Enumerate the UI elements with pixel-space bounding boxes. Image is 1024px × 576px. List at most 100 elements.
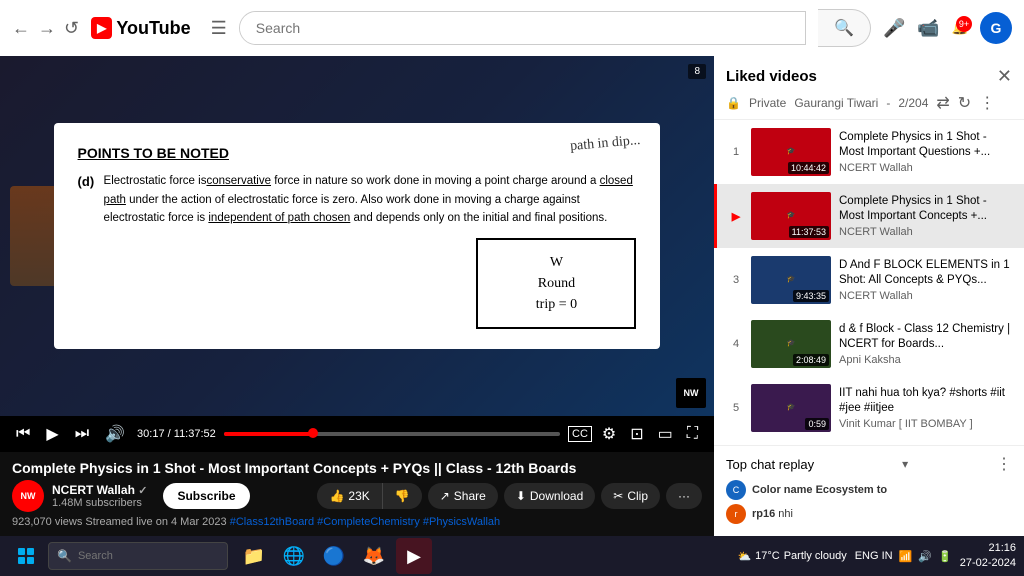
like-button[interactable]: 👍 23K bbox=[317, 483, 382, 509]
menu-button[interactable]: ☰ bbox=[211, 18, 227, 39]
chat-more-button[interactable]: ⋮ bbox=[996, 454, 1012, 474]
tags: #Class12thBoard #CompleteChemistry #Phys… bbox=[230, 516, 500, 528]
item-thumbnail: 🎓 2:08:49 bbox=[751, 320, 831, 368]
chat-text: rp16 nhi bbox=[752, 508, 793, 520]
item-channel: NCERT Wallah bbox=[839, 290, 1012, 302]
item-thumbnail: 🎓 10:44:42 bbox=[751, 128, 831, 176]
user-avatar[interactable]: G bbox=[980, 12, 1012, 44]
item-channel: Vinit Kumar [ IIT BOMBAY ] bbox=[839, 418, 1012, 430]
chat-text: Color name Ecosystem to bbox=[752, 484, 887, 496]
item-channel: Apni Kaksha bbox=[839, 354, 1012, 366]
playlist-item[interactable]: 1 🎓 10:44:42 Complete Physics in 1 Shot … bbox=[714, 120, 1024, 184]
play-button[interactable]: ▶ bbox=[42, 422, 62, 446]
chat-messages: C Color name Ecosystem to r rp16 nhi bbox=[726, 480, 1012, 524]
clock-date: 27-02-2024 bbox=[960, 556, 1016, 571]
item-info: d & f Block - Class 12 Chemistry | NCERT… bbox=[839, 322, 1012, 366]
fullscreen-button[interactable]: ⛶ bbox=[683, 423, 702, 445]
lock-icon: 🔒 bbox=[726, 96, 741, 110]
playlist-item[interactable]: 5 🎓 0:59 IIT nahi hua toh kya? #shorts #… bbox=[714, 376, 1024, 440]
next-button[interactable]: ⏭ bbox=[71, 423, 93, 445]
chat-username: rp16 bbox=[752, 508, 775, 520]
video-player[interactable]: path in dip... POINTS TO BE NOTED (d) El… bbox=[0, 56, 714, 416]
item-title: Complete Physics in 1 Shot - Most Import… bbox=[839, 194, 1012, 224]
weather-widget: ⛅ 17°C Partly cloudy bbox=[737, 550, 846, 563]
sidebar-title: Liked videos bbox=[726, 68, 817, 85]
video-content: path in dip... POINTS TO BE NOTED (d) El… bbox=[0, 56, 714, 416]
mic-button[interactable]: 🎤 bbox=[883, 18, 905, 39]
live-badge: 8 bbox=[688, 64, 706, 79]
search-button[interactable]: 🔍 bbox=[818, 9, 871, 47]
taskbar-firefox[interactable]: 🦊 bbox=[356, 538, 392, 574]
channel-info: NCERT Wallah ✓ 1.48M subscribers bbox=[52, 483, 147, 509]
taskbar: 🔍 📁 🌐 🔵 🦊 ▶ ⛅ 17°C Partly cloudy ENG IN … bbox=[0, 536, 1024, 576]
weather-icon: ⛅ bbox=[737, 550, 751, 563]
taskbar-youtube[interactable]: ▶ bbox=[396, 538, 432, 574]
sidebar-close-button[interactable]: ✕ bbox=[997, 66, 1012, 87]
channel-row: NW NCERT Wallah ✓ 1.48M subscribers Subs… bbox=[12, 480, 702, 512]
start-button[interactable] bbox=[8, 542, 44, 570]
time-current: 30:17 bbox=[137, 428, 165, 440]
yt-icon: ▶ bbox=[91, 17, 112, 39]
time-total: 11:37:52 bbox=[174, 428, 216, 440]
download-icon: ⬇ bbox=[516, 489, 526, 503]
upload-button[interactable]: 📹 bbox=[917, 18, 939, 39]
playlist-owner: Gaurangi Tiwari bbox=[794, 96, 878, 110]
taskbar-chrome[interactable]: 🔵 bbox=[316, 538, 352, 574]
loop-button[interactable]: ↻ bbox=[958, 93, 971, 113]
dislike-button[interactable]: 👎 bbox=[383, 483, 422, 509]
clip-button[interactable]: ✂ Clip bbox=[601, 483, 660, 509]
caption-button[interactable]: CC bbox=[568, 426, 592, 442]
back-button[interactable]: ← bbox=[12, 18, 30, 39]
weather-desc: Partly cloudy bbox=[784, 550, 847, 562]
download-button[interactable]: ⬇ Download bbox=[504, 483, 595, 509]
point-label: (d) bbox=[78, 172, 98, 192]
notification-button[interactable]: 🔔 9+ bbox=[952, 20, 968, 36]
shuffle-button[interactable]: ⇄ bbox=[936, 93, 949, 113]
share-button[interactable]: ↗ Share bbox=[428, 483, 498, 509]
subscriber-count: 1.48M subscribers bbox=[52, 497, 147, 509]
miniplayer-button[interactable]: ⊡ bbox=[626, 422, 647, 446]
sidebar-header-row: Liked videos ✕ bbox=[726, 66, 1012, 87]
playlist-icons: ⇄ ↻ ⋮ bbox=[936, 93, 995, 113]
battery-icon: 🔋 bbox=[938, 550, 952, 563]
volume-icon: 🔊 bbox=[918, 550, 932, 563]
more-button[interactable]: ··· bbox=[666, 483, 702, 509]
playlist-item[interactable]: 3 🎓 9:43:35 D And F BLOCK ELEMENTS in 1 … bbox=[714, 248, 1024, 312]
playlist-item[interactable]: ▶ 🎓 11:37:53 Complete Physics in 1 Shot … bbox=[714, 184, 1024, 248]
video-info: Complete Physics in 1 Shot - Most Import… bbox=[0, 452, 714, 536]
action-buttons: 👍 23K 👎 ↗ Share ⬇ Download bbox=[317, 483, 702, 509]
dislike-icon: 👎 bbox=[395, 489, 410, 503]
ctrl-right: CC ⚙ ⊡ ▭ ⛶ bbox=[568, 422, 702, 446]
subscribe-button[interactable]: Subscribe bbox=[163, 483, 249, 509]
item-number: 3 bbox=[729, 274, 743, 286]
time-display: 30:17 / 11:37:52 bbox=[137, 428, 216, 440]
taskbar-file-explorer[interactable]: 📁 bbox=[236, 538, 272, 574]
language-indicator: ENG IN bbox=[855, 550, 893, 562]
prev-button[interactable]: ⏮ bbox=[12, 423, 34, 445]
chat-message: C Color name Ecosystem to bbox=[726, 480, 1012, 500]
taskbar-edge[interactable]: 🌐 bbox=[276, 538, 312, 574]
volume-button[interactable]: 🔊 bbox=[101, 422, 129, 446]
thumb-duration: 2:08:49 bbox=[793, 354, 829, 366]
clock-time: 21:16 bbox=[960, 541, 1016, 556]
settings-button[interactable]: ⚙ bbox=[598, 422, 620, 446]
taskbar-search-icon: 🔍 bbox=[57, 549, 72, 563]
item-info: D And F BLOCK ELEMENTS in 1 Shot: All Co… bbox=[839, 258, 1012, 302]
progress-bar[interactable] bbox=[224, 432, 560, 436]
video-section: path in dip... POINTS TO BE NOTED (d) El… bbox=[0, 56, 714, 536]
share-icon: ↗ bbox=[440, 489, 450, 503]
taskbar-search[interactable]: 🔍 bbox=[48, 542, 228, 570]
thumb-label: 🎓 bbox=[785, 146, 798, 158]
item-number: 4 bbox=[729, 338, 743, 350]
forward-button[interactable]: → bbox=[38, 18, 56, 39]
taskbar-search-input[interactable] bbox=[78, 550, 178, 562]
search-input[interactable] bbox=[240, 12, 805, 44]
wifi-icon: 📶 bbox=[899, 550, 913, 563]
theater-button[interactable]: ▭ bbox=[654, 422, 677, 446]
playlist-item[interactable]: 4 🎓 2:08:49 d & f Block - Class 12 Chemi… bbox=[714, 312, 1024, 376]
lecture-heading: POINTS TO BE NOTED bbox=[78, 143, 637, 164]
playlist-more-button[interactable]: ⋮ bbox=[979, 93, 995, 113]
refresh-button[interactable]: ↺ bbox=[64, 18, 79, 39]
channel-avatar: NW bbox=[12, 480, 44, 512]
youtube-logo[interactable]: ▶ YouTube bbox=[91, 17, 191, 39]
